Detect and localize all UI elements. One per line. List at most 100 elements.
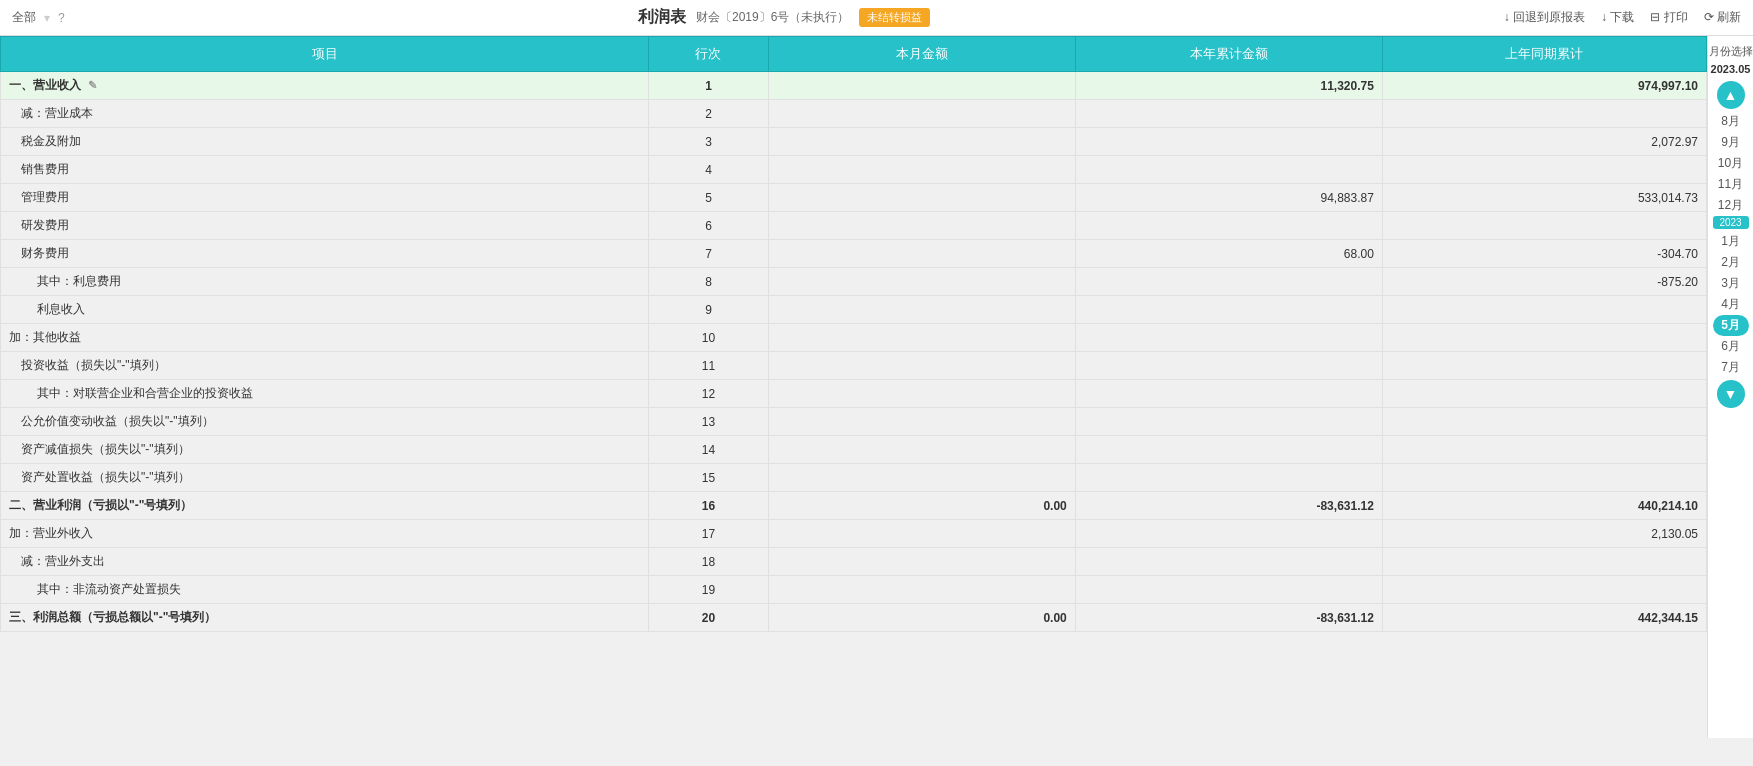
cell-month <box>768 436 1075 464</box>
cell-prev <box>1382 576 1706 604</box>
cell-prev <box>1382 380 1706 408</box>
table-row: 管理费用594,883.87533,014.73 <box>1 184 1707 212</box>
cell-year <box>1075 464 1382 492</box>
cell-prev <box>1382 464 1706 492</box>
main-layout: 项目 行次 本月金额 本年累计金额 上年同期累计 一、营业收入 ✎111,320… <box>0 36 1753 738</box>
month-list: 8月9月10月11月12月2023 1月2月3月4月5月6月7月 <box>1713 111 1749 378</box>
cell-item: 减：营业外支出 <box>1 548 649 576</box>
cell-year <box>1075 156 1382 184</box>
cell-month <box>768 212 1075 240</box>
cell-item: 研发费用 <box>1 212 649 240</box>
cell-year <box>1075 268 1382 296</box>
cell-year <box>1075 548 1382 576</box>
cell-year: 68.00 <box>1075 240 1382 268</box>
cell-item: 销售费用 <box>1 156 649 184</box>
cell-month: 0.00 <box>768 492 1075 520</box>
back-button[interactable]: ↓ 回退到原报表 <box>1504 9 1585 26</box>
month-item[interactable]: 8月 <box>1713 111 1749 132</box>
table-row: 加：营业外收入172,130.05 <box>1 520 1707 548</box>
cell-month <box>768 128 1075 156</box>
month-item[interactable]: 5月 <box>1713 315 1749 336</box>
month-item[interactable]: 10月 <box>1713 153 1749 174</box>
cell-year: -83,631.12 <box>1075 492 1382 520</box>
cell-prev: 2,130.05 <box>1382 520 1706 548</box>
toolbar: ↓ 回退到原报表 ↓ 下载 ⊟ 打印 ⟳ 刷新 <box>1504 9 1741 26</box>
table-row: 公允价值变动收益（损失以"-"填列）13 <box>1 408 1707 436</box>
cell-item: 投资收益（损失以"-"填列） <box>1 352 649 380</box>
cell-month <box>768 408 1075 436</box>
month-item[interactable]: 1月 <box>1713 231 1749 252</box>
cell-year <box>1075 212 1382 240</box>
cell-year <box>1075 576 1382 604</box>
status-badge[interactable]: 未结转损益 <box>859 8 930 27</box>
cell-month <box>768 240 1075 268</box>
cell-item: 二、营业利润（亏损以"-"号填列） <box>1 492 649 520</box>
cell-year <box>1075 128 1382 156</box>
cell-prev: 2,072.97 <box>1382 128 1706 156</box>
cell-item: 加：其他收益 <box>1 324 649 352</box>
month-item[interactable]: 12月 <box>1713 195 1749 216</box>
cell-year <box>1075 408 1382 436</box>
month-item[interactable]: 7月 <box>1713 357 1749 378</box>
table-header-row: 项目 行次 本月金额 本年累计金额 上年同期累计 <box>1 37 1707 72</box>
month-item[interactable]: 9月 <box>1713 132 1749 153</box>
month-item[interactable]: 11月 <box>1713 174 1749 195</box>
print-button[interactable]: ⊟ 打印 <box>1650 9 1687 26</box>
cell-year: 94,883.87 <box>1075 184 1382 212</box>
cell-prev <box>1382 352 1706 380</box>
cell-month <box>768 184 1075 212</box>
cell-month <box>768 296 1075 324</box>
month-item[interactable]: 3月 <box>1713 273 1749 294</box>
cell-row-num: 7 <box>649 240 768 268</box>
cell-month <box>768 548 1075 576</box>
cell-item: 利息收入 <box>1 296 649 324</box>
cell-item: 其中：非流动资产处置损失 <box>1 576 649 604</box>
sidebar-year: 2023.05 <box>1711 63 1751 75</box>
sidebar-label: 月份选择 <box>1709 44 1753 59</box>
help-icon[interactable]: ? <box>58 11 65 25</box>
cell-prev: 440,214.10 <box>1382 492 1706 520</box>
cell-prev <box>1382 408 1706 436</box>
col-header-year: 本年累计金额 <box>1075 37 1382 72</box>
report-table: 项目 行次 本月金额 本年累计金额 上年同期累计 一、营业收入 ✎111,320… <box>0 36 1707 632</box>
table-row: 其中：非流动资产处置损失19 <box>1 576 1707 604</box>
col-header-month: 本月金额 <box>768 37 1075 72</box>
cell-item: 一、营业收入 ✎ <box>1 72 649 100</box>
col-header-prev: 上年同期累计 <box>1382 37 1706 72</box>
breadcrumb-sep: ▾ <box>44 11 50 25</box>
cell-prev: -875.20 <box>1382 268 1706 296</box>
month-item[interactable]: 4月 <box>1713 294 1749 315</box>
cell-item: 财务费用 <box>1 240 649 268</box>
cell-month <box>768 156 1075 184</box>
cell-month <box>768 380 1075 408</box>
month-item[interactable]: 2月 <box>1713 252 1749 273</box>
month-nav-up[interactable]: ▲ <box>1717 81 1745 109</box>
breadcrumb-all[interactable]: 全部 <box>12 9 36 26</box>
table-row: 三、利润总额（亏损总额以"-"号填列）200.00-83,631.12442,3… <box>1 604 1707 632</box>
cell-year <box>1075 520 1382 548</box>
table-row: 加：其他收益10 <box>1 324 1707 352</box>
cell-month <box>768 352 1075 380</box>
cell-month <box>768 576 1075 604</box>
edit-icon[interactable]: ✎ <box>85 79 97 91</box>
cell-prev <box>1382 548 1706 576</box>
cell-row-num: 19 <box>649 576 768 604</box>
table-row: 税金及附加32,072.97 <box>1 128 1707 156</box>
cell-month <box>768 520 1075 548</box>
table-row: 资产减值损失（损失以"-"填列）14 <box>1 436 1707 464</box>
cell-row-num: 18 <box>649 548 768 576</box>
cell-row-num: 6 <box>649 212 768 240</box>
cell-year: 11,320.75 <box>1075 72 1382 100</box>
download-button[interactable]: ↓ 下载 <box>1601 9 1634 26</box>
cell-row-num: 5 <box>649 184 768 212</box>
refresh-button[interactable]: ⟳ 刷新 <box>1704 9 1741 26</box>
table-row: 减：营业成本2 <box>1 100 1707 128</box>
cell-row-num: 20 <box>649 604 768 632</box>
cell-month <box>768 100 1075 128</box>
month-item[interactable]: 2023 <box>1713 216 1749 229</box>
month-nav-down[interactable]: ▼ <box>1717 380 1745 408</box>
table-row: 研发费用6 <box>1 212 1707 240</box>
cell-item: 其中：对联营企业和合营企业的投资收益 <box>1 380 649 408</box>
month-item[interactable]: 6月 <box>1713 336 1749 357</box>
cell-month <box>768 464 1075 492</box>
